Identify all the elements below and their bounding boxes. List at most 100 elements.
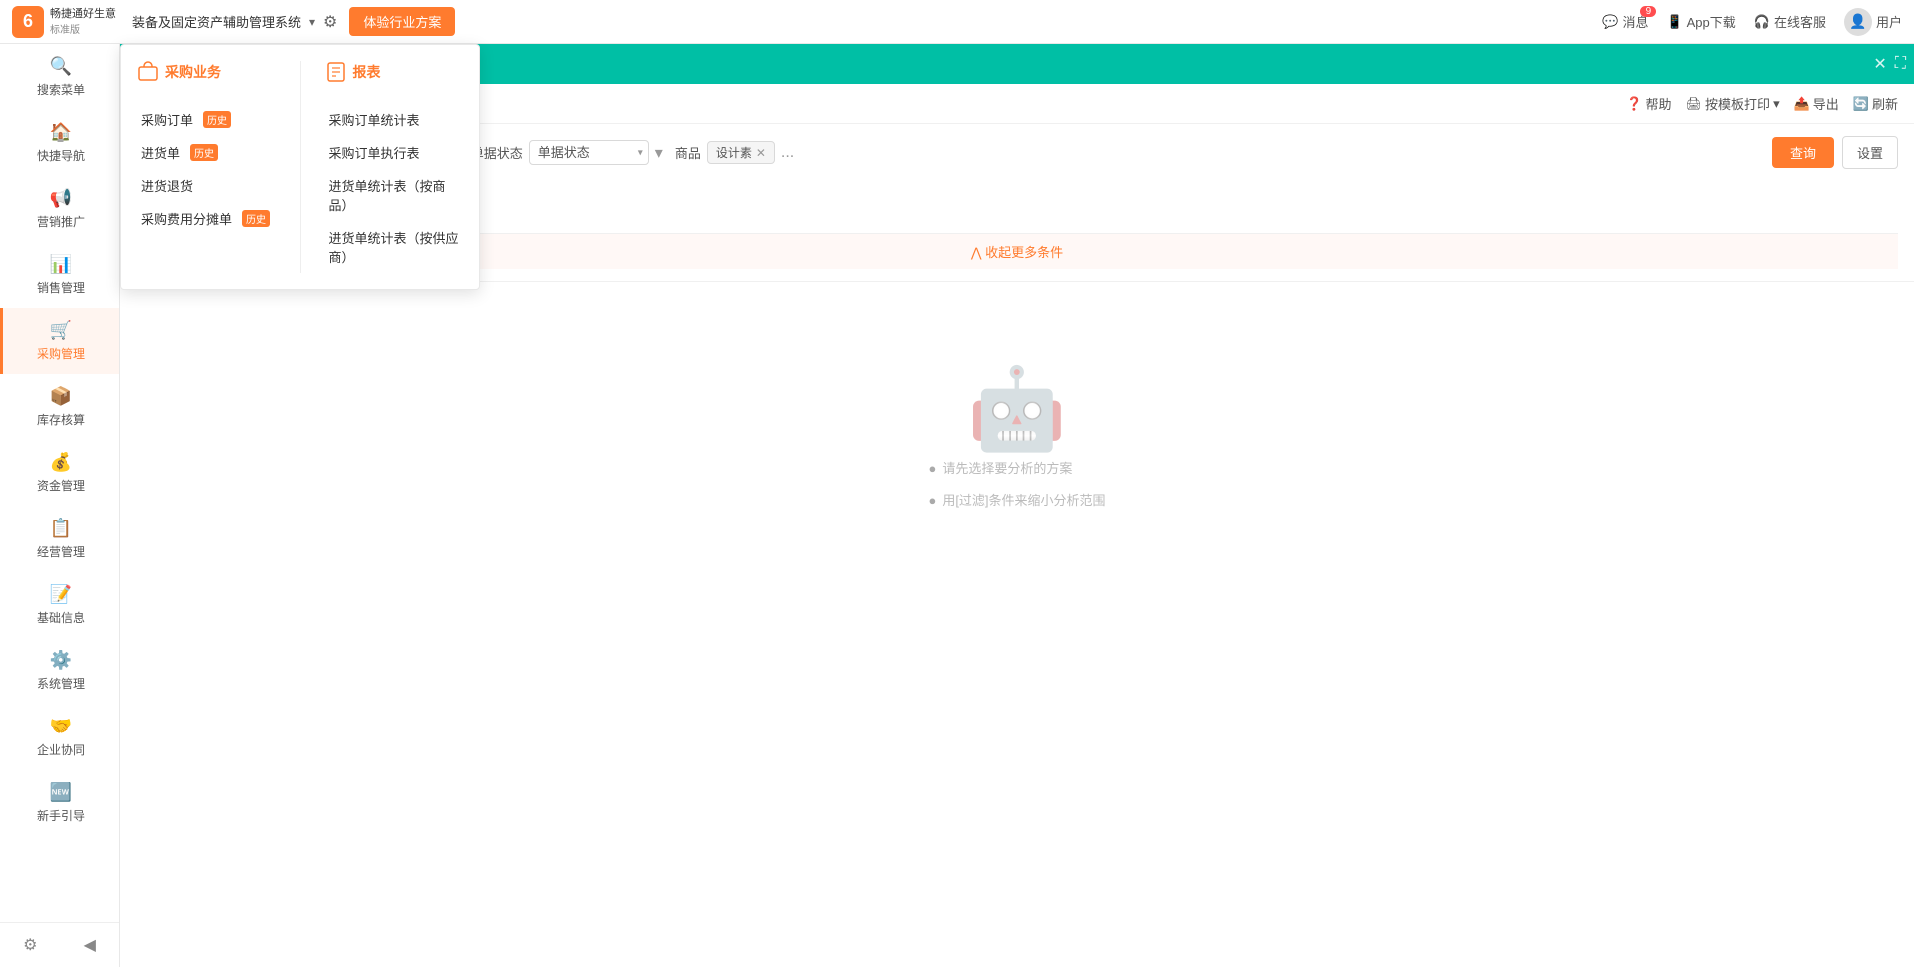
sidebar-item-label-system: 系统管理 xyxy=(37,675,85,692)
goods-tag-label: 设计素 xyxy=(716,144,752,161)
status-select-wrapper: 单据状态 xyxy=(529,140,649,165)
print-dropdown-icon: ▾ xyxy=(1773,96,1780,112)
sidebar-item-purchase[interactable]: 🛒 采购管理 xyxy=(0,308,119,374)
menu-item-purchase-order[interactable]: 采购订单 历史 xyxy=(137,103,276,136)
menu-item-order-exec[interactable]: 采购订单执行表 xyxy=(325,136,464,169)
query-btn[interactable]: 查询 xyxy=(1772,137,1834,168)
menu-item-order-stats[interactable]: 采购订单统计表 xyxy=(325,103,464,136)
cart-icon: 🛒 xyxy=(50,320,72,341)
sidebar-item-label-operations: 经营管理 xyxy=(37,543,85,560)
sidebar-item-label-purchase: 采购管理 xyxy=(37,345,85,362)
sidebar-item-label-inventory: 库存核算 xyxy=(37,411,85,428)
home-icon: 🏠 xyxy=(50,122,72,143)
settings-gear-icon[interactable]: ⚙ xyxy=(323,12,337,32)
menu-item-incoming-stats-supplier[interactable]: 进货单统计表（按供应商） xyxy=(325,221,464,273)
setting-btn[interactable]: 设置 xyxy=(1842,136,1898,169)
new-icon: 🆕 xyxy=(50,782,72,803)
refresh-btn[interactable]: 🔄 刷新 xyxy=(1853,94,1898,113)
menu-item-return[interactable]: 进货退货 xyxy=(137,169,276,202)
sidebar-item-quick[interactable]: 🏠 快捷导航 xyxy=(0,110,119,176)
goods-tag-close-icon[interactable]: ✕ xyxy=(756,146,766,160)
refresh-icon: 🔄 xyxy=(1853,96,1869,112)
menu-item-label: 采购订单统计表 xyxy=(329,110,420,129)
menu-item-label: 进货退货 xyxy=(141,176,193,195)
messages-badge: 9 xyxy=(1640,6,1656,17)
sidebar-bottom: ⚙ ◀ xyxy=(0,922,119,967)
goods-dots[interactable]: ... xyxy=(781,144,794,162)
sidebar-item-label-sales: 销售管理 xyxy=(37,279,85,296)
sidebar-item-basic[interactable]: 📝 基础信息 xyxy=(0,572,119,638)
online-service-btn[interactable]: 🎧 在线客服 xyxy=(1754,12,1826,31)
report-column-title: 报表 xyxy=(353,62,381,82)
avatar: 👤 xyxy=(1844,8,1872,36)
report-header-icon xyxy=(325,61,347,83)
handshake-icon: 🤝 xyxy=(50,716,72,737)
money-icon: 💰 xyxy=(50,452,72,473)
empty-illustration: 🤖 xyxy=(967,362,1067,456)
sidebar-item-label-enterprise: 企业协同 xyxy=(37,741,85,758)
print-btn[interactable]: 🖨 按模板打印 ▾ xyxy=(1686,94,1780,113)
sidebar-item-system[interactable]: ⚙️ 系统管理 xyxy=(0,638,119,704)
goods-filter-group: 商品 设计素 ✕ ... xyxy=(675,141,794,164)
purchase-header-icon xyxy=(137,61,159,83)
sidebar-item-marketing[interactable]: 📢 营销推广 xyxy=(0,176,119,242)
report-column-header: 报表 xyxy=(325,61,464,91)
export-icon: 📤 xyxy=(1794,96,1810,112)
empty-hint-1: 请先选择要分析的方案 xyxy=(942,456,1072,482)
empty-hint-2: 用[过滤]条件来缩小分析范围 xyxy=(942,488,1105,514)
export-label: 导出 xyxy=(1813,94,1839,113)
sidebar-item-operations[interactable]: 📋 经营管理 xyxy=(0,506,119,572)
status-select[interactable]: 单据状态 xyxy=(529,140,649,165)
menu-item-cost-alloc[interactable]: 采购费用分摊单 历史 xyxy=(137,202,276,235)
purchase-business-column: 采购业务 采购订单 历史 进货单 历史 进货退货 采购费用分摊单 历史 xyxy=(137,61,276,273)
menu-item-label: 进货单统计表（按供应商） xyxy=(329,228,460,266)
tab-close-window-btn[interactable]: ✕ xyxy=(1873,54,1886,74)
system-name-area: 装备及固定资产辅助管理系统 ▾ ⚙ 体验行业方案 xyxy=(132,7,1602,36)
gear-icon: ⚙️ xyxy=(50,650,72,671)
tab-expand-btn[interactable]: ⛶ xyxy=(1895,55,1906,73)
empty-hint: ● 请先选择要分析的方案 ● 用[过滤]条件来缩小分析范围 xyxy=(928,456,1105,514)
menu-divider xyxy=(300,61,301,273)
query-btns: 查询 设置 xyxy=(1772,136,1898,169)
sidebar-item-label-search: 搜索菜单 xyxy=(37,81,85,98)
refresh-label: 刷新 xyxy=(1872,94,1898,113)
industry-btn[interactable]: 体验行业方案 xyxy=(349,7,455,36)
logo-area: 6 畅捷通好生意 标准版 xyxy=(12,6,132,38)
sidebar-item-label-basic: 基础信息 xyxy=(37,609,85,626)
collapse-bar-text: ⋀ 收起更多条件 xyxy=(971,245,1063,260)
megaphone-icon: 📢 xyxy=(50,188,72,209)
sidebar-item-finance[interactable]: 💰 资金管理 xyxy=(0,440,119,506)
sidebar: 🔍 搜索菜单 🏠 快捷导航 📢 营销推广 📊 销售管理 🛒 采购管理 📦 库存核… xyxy=(0,44,120,967)
menu-item-label: 进货单 xyxy=(141,143,180,162)
sidebar-item-inventory[interactable]: 📦 库存核算 xyxy=(0,374,119,440)
messages-btn[interactable]: 💬 消息 9 xyxy=(1602,12,1648,31)
menu-item-incoming-stats-product[interactable]: 进货单统计表（按商品） xyxy=(325,169,464,221)
purchase-column-header: 采购业务 xyxy=(137,61,276,91)
sidebar-item-enterprise[interactable]: 🤝 企业协同 xyxy=(0,704,119,770)
help-btn[interactable]: ❓ 帮助 xyxy=(1626,94,1671,113)
user-label: 用户 xyxy=(1876,12,1902,31)
incoming-badge: 历史 xyxy=(190,144,218,161)
bottom-settings-icon[interactable]: ⚙ xyxy=(23,935,37,955)
status-filter-group: 单据状态 单据状态 ▾ xyxy=(471,140,663,165)
sidebar-item-sales[interactable]: 📊 销售管理 xyxy=(0,242,119,308)
app-download-btn[interactable]: 📱 App下载 xyxy=(1666,12,1735,31)
app-download-label: App下载 xyxy=(1687,12,1736,31)
sidebar-item-guide[interactable]: 🆕 新手引导 xyxy=(0,770,119,836)
toolbar-actions: ❓ 帮助 🖨 按模板打印 ▾ 📤 导出 🔄 刷新 xyxy=(1626,94,1898,113)
sidebar-collapse-icon[interactable]: ◀ xyxy=(84,935,96,955)
sidebar-item-label-quick: 快捷导航 xyxy=(37,147,85,164)
sidebar-item-label-marketing: 营销推广 xyxy=(37,213,85,230)
report-column: 报表 采购订单统计表 采购订单执行表 进货单统计表（按商品） 进货单统计表（按供… xyxy=(325,61,464,273)
user-menu[interactable]: 👤 用户 xyxy=(1844,8,1902,36)
export-btn[interactable]: 📤 导出 xyxy=(1794,94,1839,113)
menu-item-incoming[interactable]: 进货单 历史 xyxy=(137,136,276,169)
headset-icon: 🎧 xyxy=(1754,14,1770,30)
purchase-dropdown-menu: 采购业务 采购订单 历史 进货单 历史 进货退货 采购费用分摊单 历史 报表 采… xyxy=(120,44,480,290)
print-label: 按模板打印 xyxy=(1705,94,1770,113)
empty-state: 🤖 ● 请先选择要分析的方案 ● 用[过滤]条件来缩小分析范围 xyxy=(120,282,1914,594)
system-dropdown-icon[interactable]: ▾ xyxy=(309,15,315,29)
sidebar-item-search[interactable]: 🔍 搜索菜单 xyxy=(0,44,119,110)
help-icon: ❓ xyxy=(1626,96,1642,112)
topbar: 6 畅捷通好生意 标准版 装备及固定资产辅助管理系统 ▾ ⚙ 体验行业方案 💬 … xyxy=(0,0,1914,44)
